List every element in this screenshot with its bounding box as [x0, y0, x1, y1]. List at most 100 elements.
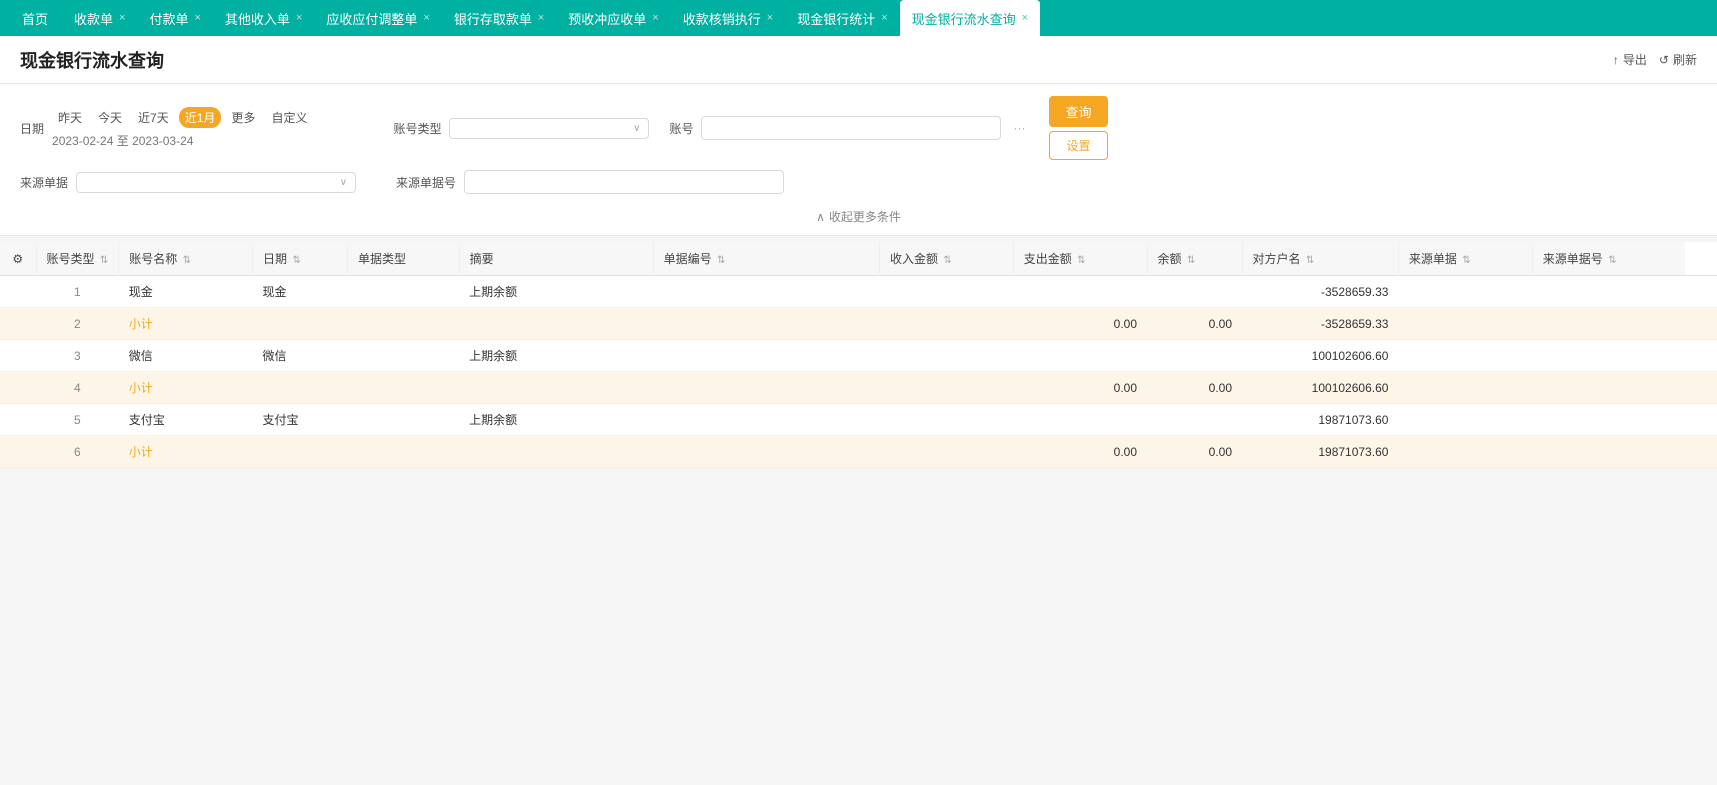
source-doc-num-label: 来源单据号 — [396, 174, 456, 191]
cell-counterpart — [1398, 436, 1532, 468]
cell-summary — [653, 436, 879, 468]
sort-icon: ⇅ — [943, 255, 951, 266]
cell-doc-type: 上期余额 — [459, 276, 653, 308]
cell-expense: 0.00 — [1147, 372, 1242, 404]
account-label: 账号 — [669, 120, 693, 137]
export-button[interactable]: ↑ 导出 — [1613, 51, 1647, 68]
top-navigation: 首页 收款单 × 付款单 × 其他收入单 × 应收应付调整单 × 银行存取款单 … — [0, 0, 1717, 36]
close-icon[interactable]: × — [652, 12, 658, 24]
nav-tab-prepay[interactable]: 预收冲应收单 × — [556, 0, 670, 36]
cell-doc-num — [879, 308, 1013, 340]
col-header-account-name[interactable]: 账号名称 ⇅ — [119, 242, 253, 276]
close-icon[interactable]: × — [423, 12, 429, 24]
settings-col-header[interactable]: ⚙ — [0, 242, 36, 276]
cell-source-doc — [1532, 308, 1684, 340]
close-icon[interactable]: × — [296, 12, 302, 24]
cell-date — [348, 404, 460, 436]
date-buttons: 昨天 今天 近7天 近1月 更多 自定义 — [52, 107, 313, 128]
date-btn-custom[interactable]: 自定义 — [265, 107, 313, 128]
refresh-button[interactable]: ↺ 刷新 — [1659, 51, 1697, 68]
table-header-row: ⚙ 账号类型 ⇅ 账号名称 ⇅ 日期 ⇅ 单据类型 摘要 — [0, 242, 1717, 276]
table-row: 3微信微信上期余额100102606.60 — [0, 340, 1717, 372]
cell-account-type: 现金 — [119, 276, 253, 308]
filter-row-1: 日期 昨天 今天 近7天 近1月 更多 自定义 2023-02-24 至 202… — [20, 96, 1697, 160]
nav-tab-adjust[interactable]: 应收应付调整单 × — [314, 0, 441, 36]
cell-account-name — [253, 308, 348, 340]
export-icon: ↑ — [1613, 53, 1619, 67]
col-header-doc-type[interactable]: 单据类型 — [348, 242, 460, 276]
date-btn-more[interactable]: 更多 — [225, 107, 261, 128]
cell-source-doc-num — [1685, 308, 1717, 340]
col-header-summary[interactable]: 摘要 — [459, 242, 653, 276]
cell-doc-type: 上期余额 — [459, 404, 653, 436]
nav-tab-shoudan[interactable]: 收款单 × — [62, 0, 137, 36]
cell-account-type: 小计 — [119, 436, 253, 468]
cell-expense: 0.00 — [1147, 436, 1242, 468]
col-header-account-type[interactable]: 账号类型 ⇅ — [36, 242, 119, 276]
close-icon[interactable]: × — [1022, 12, 1028, 24]
cell-expense: 0.00 — [1147, 308, 1242, 340]
col-header-balance[interactable]: 余额 ⇅ — [1147, 242, 1242, 276]
col-header-counterpart[interactable]: 对方户名 ⇅ — [1242, 242, 1398, 276]
cell-account-name — [253, 436, 348, 468]
page-header: 现金银行流水查询 ↑ 导出 ↺ 刷新 — [0, 36, 1717, 84]
cell-source-doc-num — [1685, 372, 1717, 404]
col-header-doc-num[interactable]: 单据编号 ⇅ — [653, 242, 879, 276]
date-btn-7days[interactable]: 近7天 — [132, 107, 175, 128]
sort-icon: ⇅ — [1187, 255, 1195, 266]
close-icon[interactable]: × — [194, 12, 200, 24]
row-number: 2 — [36, 308, 119, 340]
account-dots-icon[interactable]: ··· — [1009, 121, 1029, 135]
cell-date — [348, 308, 460, 340]
cell-counterpart — [1398, 308, 1532, 340]
date-label: 日期 — [20, 120, 44, 137]
nav-tab-fudan[interactable]: 付款单 × — [137, 0, 212, 36]
cell-account-type: 小计 — [119, 372, 253, 404]
cell-account-name: 支付宝 — [253, 404, 348, 436]
query-button[interactable]: 查询 — [1049, 96, 1107, 127]
refresh-icon: ↺ — [1659, 53, 1669, 67]
nav-tab-other-income[interactable]: 其他收入单 × — [213, 0, 314, 36]
account-filter-group: 账号 ··· — [669, 116, 1029, 140]
cell-account-type: 小计 — [119, 308, 253, 340]
col-header-source-doc[interactable]: 来源单据 ⇅ — [1398, 242, 1532, 276]
source-doc-select[interactable]: ∨ — [76, 172, 356, 193]
source-doc-num-input[interactable] — [464, 170, 784, 194]
cell-balance: -3528659.33 — [1242, 276, 1398, 308]
row-number: 1 — [36, 276, 119, 308]
close-icon[interactable]: × — [881, 12, 887, 24]
nav-home[interactable]: 首页 — [8, 0, 62, 36]
col-header-expense[interactable]: 支出金额 ⇅ — [1013, 242, 1147, 276]
cell-doc-type — [459, 308, 653, 340]
collapse-label: 收起更多条件 — [829, 208, 901, 225]
close-icon[interactable]: × — [119, 12, 125, 24]
cell-counterpart — [1398, 404, 1532, 436]
table-area: ⚙ 账号类型 ⇅ 账号名称 ⇅ 日期 ⇅ 单据类型 摘要 — [0, 242, 1717, 468]
nav-tab-stats[interactable]: 现金银行统计 × — [785, 0, 899, 36]
cell-source-doc — [1532, 404, 1684, 436]
date-btn-today[interactable]: 今天 — [92, 107, 128, 128]
date-filter-group: 日期 昨天 今天 近7天 近1月 更多 自定义 2023-02-24 至 202… — [20, 107, 313, 149]
nav-tab-verify[interactable]: 收款核销执行 × — [671, 0, 785, 36]
cell-income — [1013, 340, 1147, 372]
filter-row-2: 来源单据 ∨ 来源单据号 — [20, 170, 1697, 194]
close-icon[interactable]: × — [767, 12, 773, 24]
nav-tab-cashflow[interactable]: 现金银行流水查询 × — [900, 0, 1040, 36]
collapse-bar[interactable]: ∧ 收起更多条件 — [20, 204, 1697, 227]
col-header-date[interactable]: 日期 ⇅ — [253, 242, 348, 276]
col-header-source-doc-num[interactable]: 来源单据号 ⇅ — [1532, 242, 1684, 276]
cell-source-doc-num — [1685, 404, 1717, 436]
cell-balance: 19871073.60 — [1242, 404, 1398, 436]
col-header-income[interactable]: 收入金额 ⇅ — [879, 242, 1013, 276]
close-icon[interactable]: × — [538, 12, 544, 24]
settings-button[interactable]: 设置 — [1049, 131, 1107, 160]
cell-source-doc — [1532, 436, 1684, 468]
date-btn-1month[interactable]: 近1月 — [179, 107, 222, 128]
account-type-select[interactable]: ∨ — [449, 118, 649, 139]
nav-tab-bank[interactable]: 银行存取款单 × — [442, 0, 556, 36]
cell-summary — [653, 308, 879, 340]
date-btn-yesterday[interactable]: 昨天 — [52, 107, 88, 128]
account-input[interactable] — [701, 116, 1001, 140]
row-settings-cell — [0, 436, 36, 468]
cell-balance: -3528659.33 — [1242, 308, 1398, 340]
